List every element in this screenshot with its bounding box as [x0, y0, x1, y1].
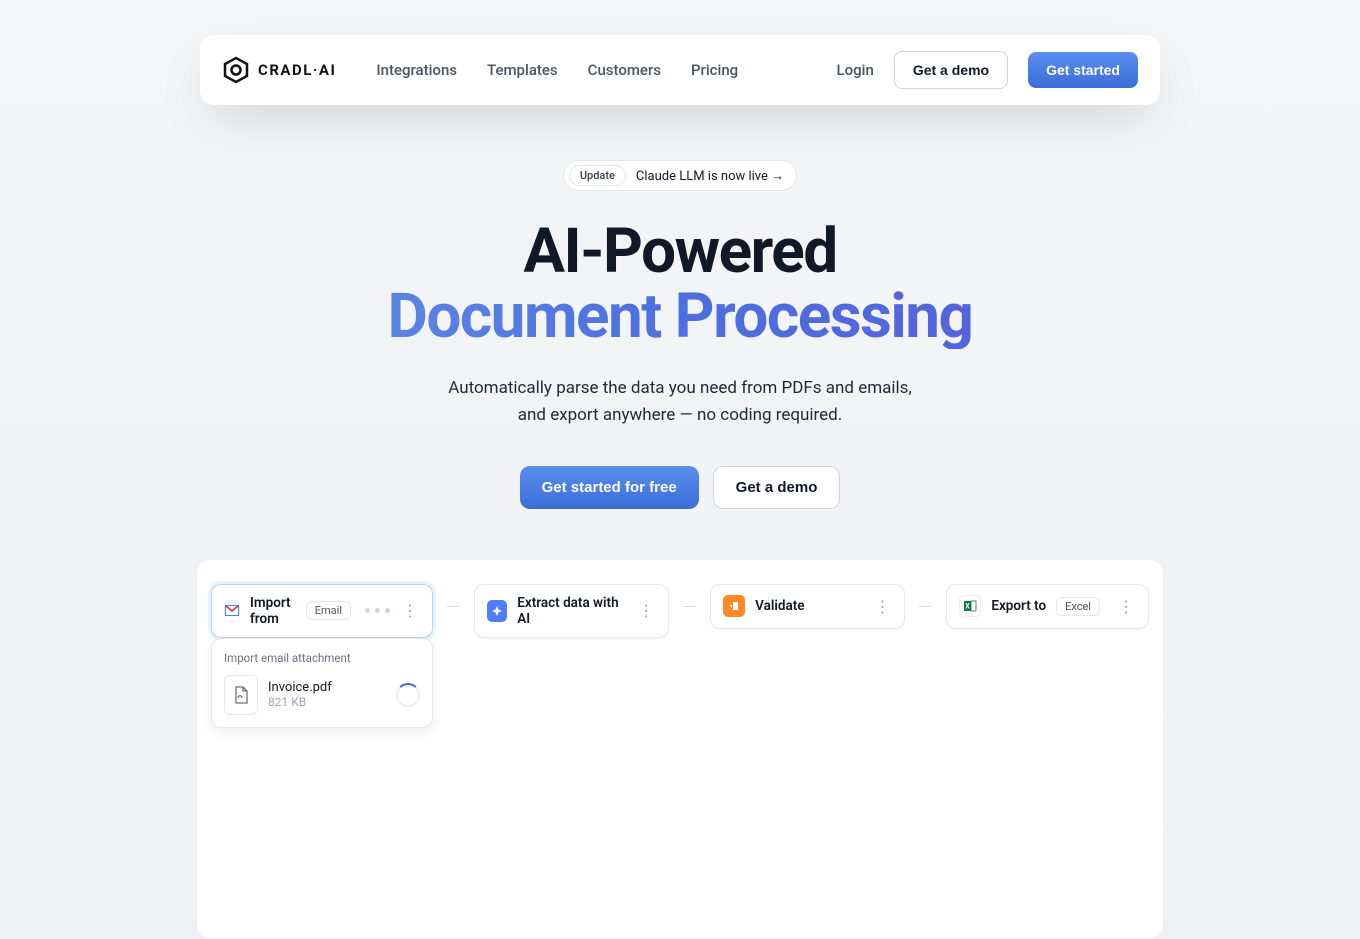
attachment-panel: Import email attachment Invoice.pdf 821 … — [211, 638, 433, 728]
pill-text: Claude LLM is now live → — [636, 168, 784, 184]
step-validate[interactable]: Validate ⋮ — [710, 584, 905, 629]
kebab-icon[interactable]: ⋮ — [636, 599, 656, 622]
export-tag: Excel — [1056, 597, 1100, 616]
title-line1: AI-Powered — [0, 219, 1360, 284]
hero: Update Claude LLM is now live → AI-Power… — [0, 160, 1360, 509]
brand-text: CRADL·AI — [258, 61, 336, 79]
update-pill[interactable]: Update Claude LLM is now live → — [563, 160, 797, 191]
file-info: Invoice.pdf 821 KB — [268, 680, 332, 709]
excel-icon: X — [959, 595, 981, 617]
get-started-button[interactable]: Get started — [1028, 52, 1138, 88]
file-name: Invoice.pdf — [268, 680, 332, 695]
step-export[interactable]: X Export to Excel ⋮ — [946, 584, 1149, 629]
connector — [919, 606, 932, 608]
cta-get-demo[interactable]: Get a demo — [713, 466, 841, 509]
title-line2: Document Processing — [0, 284, 1360, 349]
ai-icon — [487, 600, 507, 622]
import-label: Import from — [250, 595, 296, 627]
step-extract[interactable]: Extract data with AI ⋮ — [474, 584, 669, 638]
pdf-icon — [224, 675, 258, 715]
pill-badge: Update — [569, 165, 626, 186]
nav-integrations[interactable]: Integrations — [376, 61, 457, 79]
hero-title: AI-Powered Document Processing — [0, 219, 1360, 349]
demo-button[interactable]: Get a demo — [894, 51, 1008, 89]
cta-get-started-free[interactable]: Get started for free — [520, 466, 699, 509]
connector — [447, 606, 460, 608]
nav-right: Login Get a demo Get started — [837, 51, 1138, 89]
kebab-icon[interactable]: ⋮ — [1116, 595, 1136, 618]
top-nav: CRADL·AI Integrations Templates Customer… — [200, 35, 1160, 105]
hero-cta: Get started for free Get a demo — [0, 466, 1360, 509]
kebab-icon[interactable]: ⋮ — [872, 595, 892, 618]
validate-icon — [723, 595, 745, 617]
file-size: 821 KB — [268, 695, 332, 709]
svg-text:X: X — [966, 603, 971, 611]
hero-subtitle: Automatically parse the data you need fr… — [0, 375, 1360, 429]
gmail-icon — [224, 600, 240, 622]
step-import-wrap: Import from Email ⋮ Import email attachm… — [211, 584, 433, 638]
brand-logo[interactable]: CRADL·AI — [222, 56, 336, 84]
nav-pricing[interactable]: Pricing — [691, 61, 738, 79]
workflow-diagram: Import from Email ⋮ Import email attachm… — [196, 559, 1164, 939]
nav-templates[interactable]: Templates — [487, 61, 558, 79]
attach-title: Import email attachment — [224, 651, 420, 665]
loading-spinner-icon — [396, 683, 420, 707]
export-label: Export to — [991, 598, 1046, 614]
nav-links: Integrations Templates Customers Pricing — [376, 61, 738, 79]
import-tag: Email — [306, 601, 351, 620]
logo-icon — [222, 56, 250, 84]
file-row[interactable]: Invoice.pdf 821 KB — [224, 675, 420, 715]
step-import[interactable]: Import from Email ⋮ — [211, 584, 433, 638]
extract-label: Extract data with AI — [517, 595, 626, 627]
login-link[interactable]: Login — [837, 61, 874, 79]
validate-label: Validate — [755, 598, 804, 614]
progress-dots — [365, 608, 390, 613]
nav-customers[interactable]: Customers — [588, 61, 661, 79]
kebab-icon[interactable]: ⋮ — [400, 599, 420, 622]
connector — [683, 606, 696, 608]
